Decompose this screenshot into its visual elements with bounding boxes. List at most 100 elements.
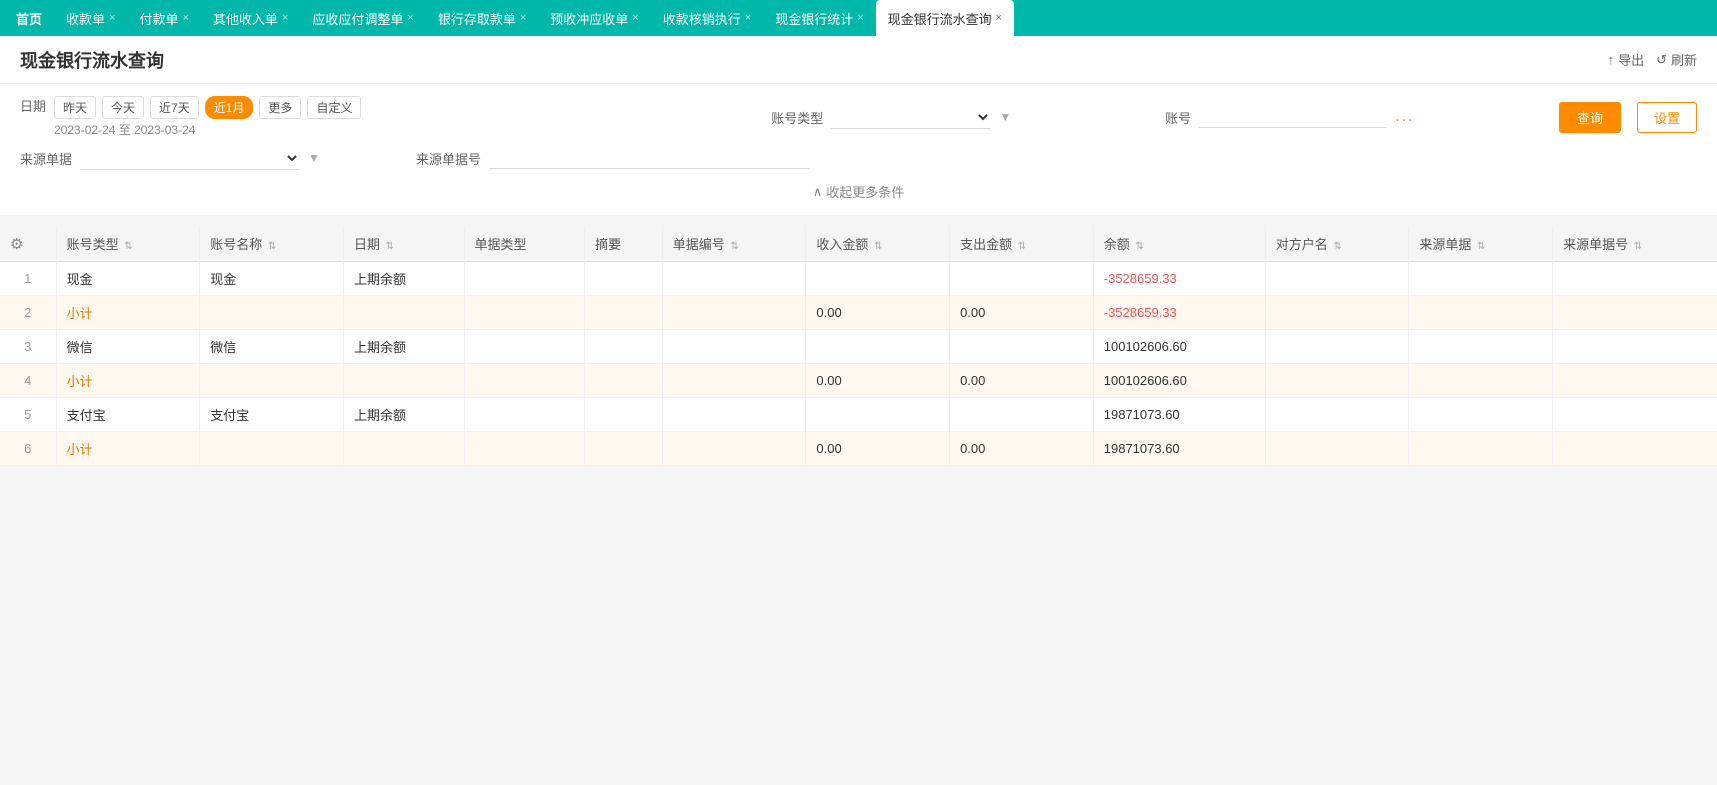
cell-source-doc	[1409, 262, 1553, 296]
cell-expense: 0.00	[950, 364, 1094, 398]
source-doc-no-label: 来源单据号	[416, 149, 481, 168]
date-1month[interactable]: 近1月	[205, 96, 254, 119]
cell-balance: -3528659.33	[1093, 262, 1265, 296]
cell-doc-type	[464, 398, 585, 432]
cell-num: 4	[0, 364, 56, 398]
collapse-label: 收起更多条件	[826, 182, 904, 201]
col-counterparty[interactable]: 对方户名 ⇅	[1265, 226, 1409, 262]
nav-close-cash-bank-stat[interactable]: ×	[857, 12, 863, 24]
date-custom[interactable]: 自定义	[307, 96, 361, 119]
col-expense[interactable]: 支出金额 ⇅	[950, 226, 1094, 262]
refresh-button[interactable]: ↺ 刷新	[1656, 50, 1697, 69]
cell-account-type: 微信	[56, 330, 200, 364]
nav-close-bank-deposit[interactable]: ×	[520, 12, 526, 24]
cell-expense	[950, 330, 1094, 364]
cell-balance: -3528659.33	[1093, 296, 1265, 330]
col-source-doc-no[interactable]: 来源单据号 ⇅	[1553, 226, 1717, 262]
nav-item-bank-deposit[interactable]: 银行存取款单 ×	[426, 0, 538, 36]
date-7days[interactable]: 近7天	[150, 96, 199, 119]
nav-item-cash-bank-flow[interactable]: 现金银行流水查询 ×	[876, 0, 1014, 36]
table-row[interactable]: 5 支付宝 支付宝 上期余额 19871073.60	[0, 398, 1717, 432]
nav-close-payment[interactable]: ×	[182, 12, 188, 24]
account-type-label: 账号类型	[771, 108, 823, 127]
nav-close-cash-bank-flow[interactable]: ×	[996, 12, 1002, 24]
cell-doc-no	[662, 330, 806, 364]
gear-icon[interactable]: ⚙	[10, 236, 23, 253]
date-label: 日期	[20, 96, 46, 115]
cell-income	[806, 330, 950, 364]
nav-close-receipt[interactable]: ×	[109, 12, 115, 24]
cell-source-doc-no	[1553, 398, 1717, 432]
cell-source-doc-no	[1553, 262, 1717, 296]
cell-summary	[585, 330, 663, 364]
cell-doc-no	[662, 262, 806, 296]
nav-close-ar-adjust[interactable]: ×	[407, 12, 413, 24]
page-title: 现金银行流水查询	[20, 47, 164, 73]
date-yesterday[interactable]: 昨天	[54, 96, 96, 119]
nav-close-other-income[interactable]: ×	[282, 12, 288, 24]
cell-doc-type	[464, 296, 585, 330]
table-row[interactable]: 1 现金 现金 上期余额 -3528659.33	[0, 262, 1717, 296]
cell-date	[343, 364, 464, 398]
cell-date	[343, 432, 464, 466]
query-button[interactable]: 查询	[1559, 102, 1621, 133]
cell-counterparty	[1265, 296, 1409, 330]
col-account-name[interactable]: 账号名称 ⇅	[200, 226, 344, 262]
col-account-type[interactable]: 账号类型 ⇅	[56, 226, 200, 262]
cell-income: 0.00	[806, 296, 950, 330]
nav-item-receipt-verify[interactable]: 收款核销执行 ×	[651, 0, 763, 36]
date-today[interactable]: 今天	[102, 96, 144, 119]
date-more[interactable]: 更多	[259, 96, 301, 119]
nav-item-prepay[interactable]: 预收冲应收单 ×	[538, 0, 650, 36]
cell-source-doc-no	[1553, 364, 1717, 398]
cell-summary	[585, 432, 663, 466]
cell-account-name	[200, 364, 344, 398]
nav-item-home[interactable]: 首页	[4, 0, 54, 36]
nav-item-cash-bank-stat[interactable]: 现金银行统计 ×	[763, 0, 875, 36]
account-input[interactable]	[1199, 106, 1387, 128]
col-source-doc[interactable]: 来源单据 ⇅	[1409, 226, 1553, 262]
account-dots-button[interactable]: ...	[1395, 108, 1414, 126]
cell-account-type: 现金	[56, 262, 200, 296]
table-row[interactable]: 3 微信 微信 上期余额 100102606.60	[0, 330, 1717, 364]
export-button[interactable]: ↑ 导出	[1608, 50, 1645, 69]
col-doc-no[interactable]: 单据编号 ⇅	[662, 226, 806, 262]
table-row[interactable]: 4 小计 0.00 0.00 100102606.60	[0, 364, 1717, 398]
cell-doc-type	[464, 432, 585, 466]
source-doc-no-input[interactable]	[489, 147, 809, 169]
sort-income-icon: ⇅	[874, 241, 882, 252]
top-navigation: 首页 收款单 × 付款单 × 其他收入单 × 应收应付调整单 × 银行存取款单 …	[0, 0, 1717, 36]
nav-item-ar-adjust[interactable]: 应收应付调整单 ×	[300, 0, 425, 36]
source-doc-no-group: 来源单据号	[416, 147, 1697, 169]
cell-account-name: 支付宝	[200, 398, 344, 432]
nav-item-payment[interactable]: 付款单 ×	[127, 0, 200, 36]
cell-summary	[585, 296, 663, 330]
cell-account-name: 微信	[200, 330, 344, 364]
cell-counterparty	[1265, 432, 1409, 466]
sort-counterparty-icon: ⇅	[1333, 241, 1341, 252]
col-date[interactable]: 日期 ⇅	[343, 226, 464, 262]
cell-doc-no	[662, 398, 806, 432]
cell-doc-type	[464, 330, 585, 364]
collapse-bar[interactable]: ∧ 收起更多条件	[20, 178, 1697, 203]
cell-source-doc	[1409, 364, 1553, 398]
cell-income	[806, 262, 950, 296]
cell-date	[343, 296, 464, 330]
col-income[interactable]: 收入金额 ⇅	[806, 226, 950, 262]
cell-source-doc-no	[1553, 330, 1717, 364]
settings-button[interactable]: 设置	[1637, 102, 1697, 133]
table-row[interactable]: 6 小计 0.00 0.00 19871073.60	[0, 432, 1717, 466]
cell-summary	[585, 364, 663, 398]
nav-item-receipt[interactable]: 收款单 ×	[54, 0, 127, 36]
filter-area: 日期 昨天 今天 近7天 近1月 更多 自定义 2023-02-24 至 202…	[0, 84, 1717, 216]
source-doc-select[interactable]	[80, 146, 300, 170]
col-gear[interactable]: ⚙	[0, 226, 56, 262]
nav-close-receipt-verify[interactable]: ×	[745, 12, 751, 24]
account-type-select[interactable]	[831, 105, 991, 129]
nav-item-other-income[interactable]: 其他收入单 ×	[201, 0, 300, 36]
nav-close-prepay[interactable]: ×	[632, 12, 638, 24]
table-row[interactable]: 2 小计 0.00 0.00 -3528659.33	[0, 296, 1717, 330]
account-type-chevron: ▼	[999, 110, 1011, 124]
col-balance[interactable]: 余额 ⇅	[1093, 226, 1265, 262]
cell-account-name: 现金	[200, 262, 344, 296]
